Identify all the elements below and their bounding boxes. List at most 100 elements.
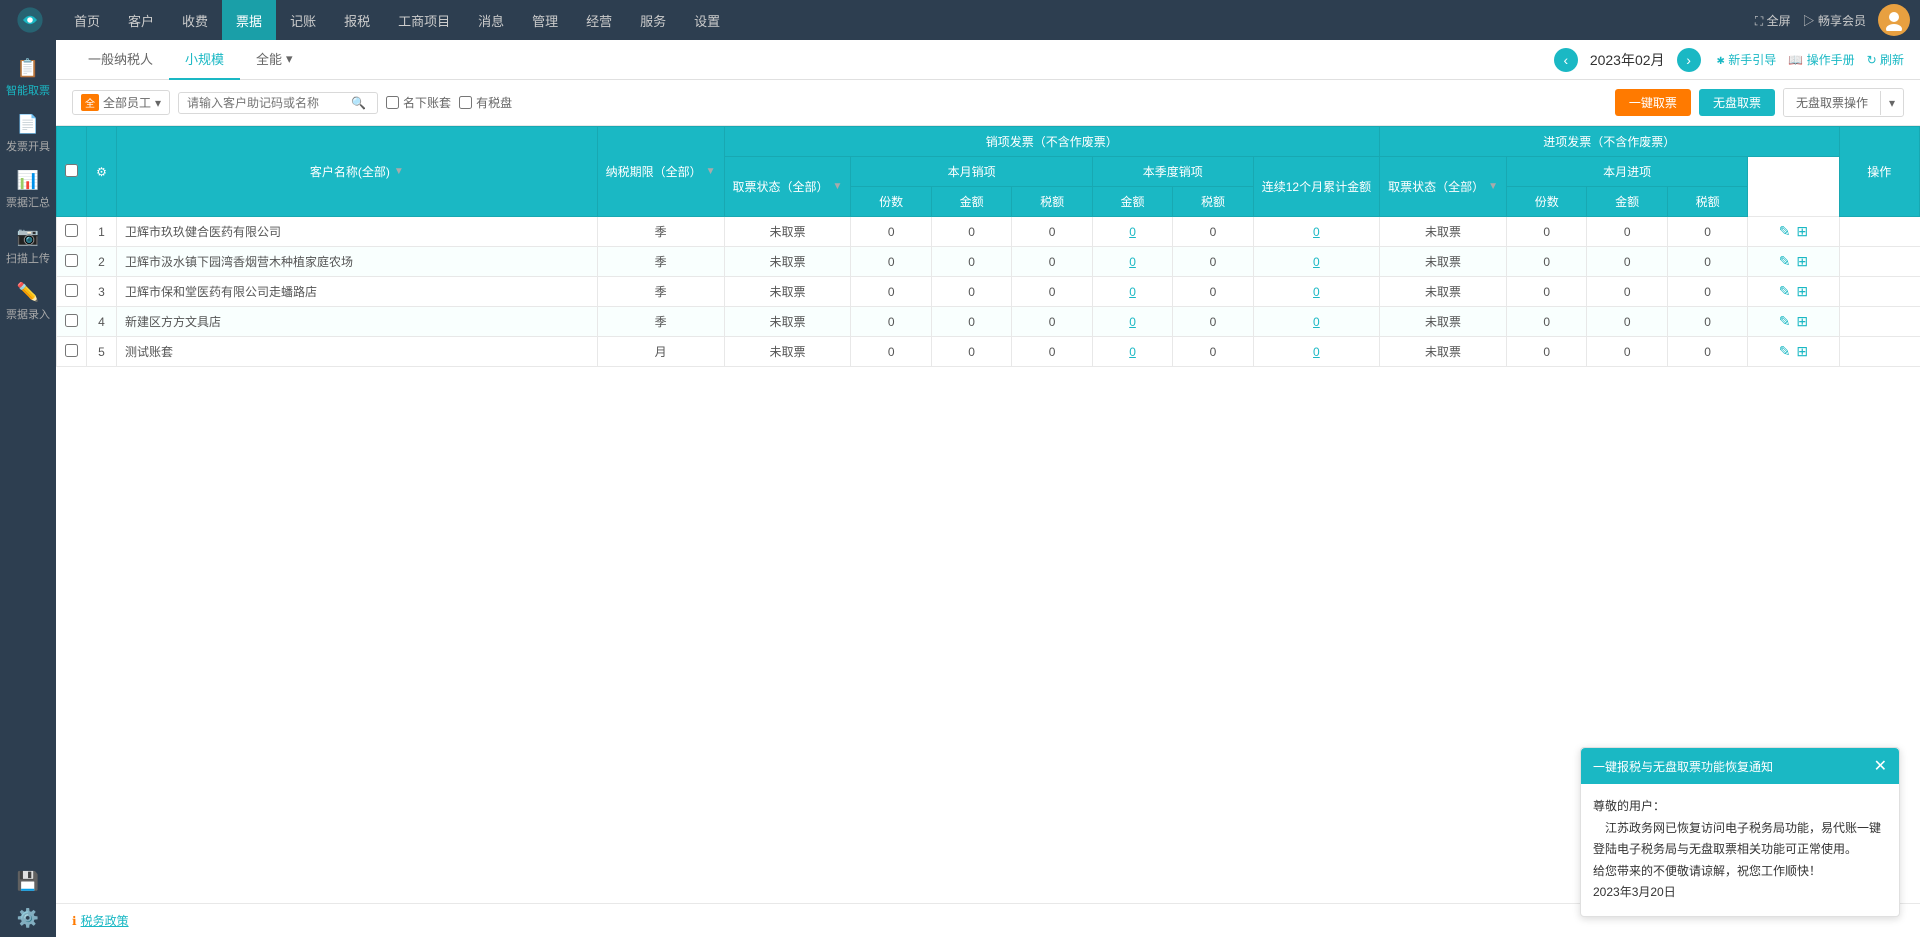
nav-invoice[interactable]: 票据 <box>222 0 276 40</box>
row-customer-name: 新建区方方文具店 <box>117 307 598 337</box>
nav-fee[interactable]: 收费 <box>168 0 222 40</box>
row-edit-icon[interactable]: ✎ <box>1779 313 1791 330</box>
row-checkbox[interactable] <box>65 254 78 267</box>
operation-manual-btn[interactable]: 📖 操作手册 <box>1788 51 1854 68</box>
row-output-quarter-tax: 0 <box>1173 277 1253 307</box>
no-disk-fetch-btn[interactable]: 无盘取票 <box>1699 89 1775 116</box>
col-settings-icon[interactable]: ⚙ <box>87 127 117 217</box>
nav-accounting[interactable]: 记账 <box>276 0 330 40</box>
sidebar-item-settings[interactable]: ⚙️ <box>0 900 56 937</box>
row-checkbox[interactable] <box>65 314 78 327</box>
row-view-icon[interactable]: ⊞ <box>1796 283 1808 300</box>
row-edit-icon[interactable]: ✎ <box>1779 223 1791 240</box>
select-all-checkbox[interactable] <box>65 164 78 177</box>
nav-manage[interactable]: 管理 <box>518 0 572 40</box>
row-output-month-count: 0 <box>851 337 931 367</box>
tab-all-capable-dropdown-icon[interactable]: ▾ <box>286 51 293 67</box>
period-next-btn[interactable]: › <box>1677 48 1701 72</box>
own-accounts-checkbox[interactable] <box>386 96 399 109</box>
tax-period-filter-icon[interactable]: ▼ <box>706 166 716 177</box>
sidebar-item-scan-upload[interactable]: 📷 扫描上传 <box>0 218 56 274</box>
row-checkbox[interactable] <box>65 284 78 297</box>
row-edit-icon[interactable]: ✎ <box>1779 283 1791 300</box>
app-logo <box>10 0 50 40</box>
refresh-btn[interactable]: ↻ 刷新 <box>1867 51 1904 68</box>
row-input-month-count: 0 <box>1507 247 1587 277</box>
row-output-fetch-status: 未取票 <box>724 307 851 337</box>
checkbox-has-taxdisk[interactable]: 有税盘 <box>459 94 512 111</box>
notification-text: 尊敬的用户： 江苏政务网已恢复访问电子税务局功能，易代账一键登陆电子税务局与无盘… <box>1593 796 1887 904</box>
row-output-fetch-status: 未取票 <box>724 337 851 367</box>
no-disk-operations-dropdown[interactable]: ▾ <box>1880 91 1903 115</box>
nav-settings[interactable]: 设置 <box>680 0 734 40</box>
row-checkbox[interactable] <box>65 224 78 237</box>
nav-home[interactable]: 首页 <box>60 0 114 40</box>
sidebar-item-download[interactable]: 💾 <box>0 863 56 900</box>
nav-tax[interactable]: 报税 <box>330 0 384 40</box>
row-output-quarter-amount: 0 <box>1092 277 1172 307</box>
tab-general-taxpayer[interactable]: 一般纳税人 <box>72 40 169 80</box>
row-view-icon[interactable]: ⊞ <box>1796 223 1808 240</box>
row-input-month-count: 0 <box>1507 277 1587 307</box>
vip-btn[interactable]: ▷ 畅享会员 <box>1803 12 1866 29</box>
sidebar-item-invoice-issue[interactable]: 📄 发票开具 <box>0 106 56 162</box>
output-fetch-filter-icon[interactable]: ▼ <box>833 181 843 192</box>
row-output-month-tax: 0 <box>1012 337 1092 367</box>
tab-small-scale[interactable]: 小规模 <box>169 40 240 80</box>
row-tax-period: 月 <box>597 337 724 367</box>
user-avatar[interactable] <box>1878 4 1910 36</box>
col-output-month-tax: 税额 <box>1012 187 1092 217</box>
row-input-month-amount: 0 <box>1587 247 1667 277</box>
tax-policy-link[interactable]: 税务政策 <box>81 912 129 929</box>
row-checkbox-cell <box>57 247 87 277</box>
row-actions: ✎ ⊞ <box>1748 337 1839 367</box>
row-output-12month: 0 <box>1253 307 1379 337</box>
row-input-month-tax: 0 <box>1667 247 1747 277</box>
row-checkbox[interactable] <box>65 344 78 357</box>
search-icon[interactable]: 🔍 <box>351 96 366 110</box>
row-edit-icon[interactable]: ✎ <box>1779 343 1791 360</box>
new-guide-btn[interactable]: ✱ 新手引导 <box>1717 51 1777 68</box>
one-click-fetch-btn[interactable]: 一键取票 <box>1615 89 1691 116</box>
row-output-month-tax: 0 <box>1012 277 1092 307</box>
row-output-quarter-amount: 0 <box>1092 307 1172 337</box>
nav-right: ⛶ 全屏 ▷ 畅享会员 <box>1755 4 1910 36</box>
customer-filter-icon[interactable]: ▼ <box>394 166 404 177</box>
row-tax-period: 季 <box>597 217 724 247</box>
nav-operation[interactable]: 经营 <box>572 0 626 40</box>
nav-message[interactable]: 消息 <box>464 0 518 40</box>
row-output-month-count: 0 <box>851 307 931 337</box>
col-output-fetch-status: 取票状态（全部） ▼ <box>724 157 851 217</box>
row-input-month-count: 0 <box>1507 307 1587 337</box>
sidebar-item-invoice-entry[interactable]: ✏️ 票据录入 <box>0 274 56 330</box>
notification-title: 一键报税与无盘取票功能恢复通知 <box>1593 758 1773 775</box>
toolbar-left: 全 全部员工 ▾ 🔍 名下账套 有税盘 <box>72 90 1603 115</box>
notification-close-btn[interactable]: ✕ <box>1874 756 1887 776</box>
checkbox-own-accounts[interactable]: 名下账套 <box>386 94 451 111</box>
row-view-icon[interactable]: ⊞ <box>1796 343 1808 360</box>
row-output-quarter-amount: 0 <box>1092 217 1172 247</box>
period-prev-btn[interactable]: ‹ <box>1554 48 1578 72</box>
has-taxdisk-checkbox[interactable] <box>459 96 472 109</box>
sidebar-item-invoice-summary[interactable]: 📊 票据汇总 <box>0 162 56 218</box>
fullscreen-btn[interactable]: ⛶ 全屏 <box>1755 12 1791 29</box>
input-fetch-filter-icon[interactable]: ▼ <box>1488 181 1498 192</box>
nav-service[interactable]: 服务 <box>626 0 680 40</box>
search-input[interactable] <box>187 96 347 110</box>
row-output-quarter-tax: 0 <box>1173 247 1253 277</box>
tab-all-capable[interactable]: 全能 ▾ <box>240 40 309 80</box>
employee-select[interactable]: 全 全部员工 ▾ <box>72 90 170 115</box>
search-box[interactable]: 🔍 <box>178 92 378 114</box>
nav-business[interactable]: 工商项目 <box>384 0 464 40</box>
row-checkbox-cell <box>57 337 87 367</box>
no-disk-operations-label[interactable]: 无盘取票操作 <box>1784 89 1880 116</box>
row-edit-icon[interactable]: ✎ <box>1779 253 1791 270</box>
col-input-month-tax: 税额 <box>1667 187 1747 217</box>
nav-customer[interactable]: 客户 <box>114 0 168 40</box>
row-index: 1 <box>87 217 117 247</box>
col-output-quarter-amount: 金额 <box>1092 187 1172 217</box>
employee-select-dropdown-icon[interactable]: ▾ <box>155 96 161 110</box>
row-view-icon[interactable]: ⊞ <box>1796 253 1808 270</box>
row-view-icon[interactable]: ⊞ <box>1796 313 1808 330</box>
sidebar-item-smart-fetch[interactable]: 📋 智能取票 <box>0 50 56 106</box>
